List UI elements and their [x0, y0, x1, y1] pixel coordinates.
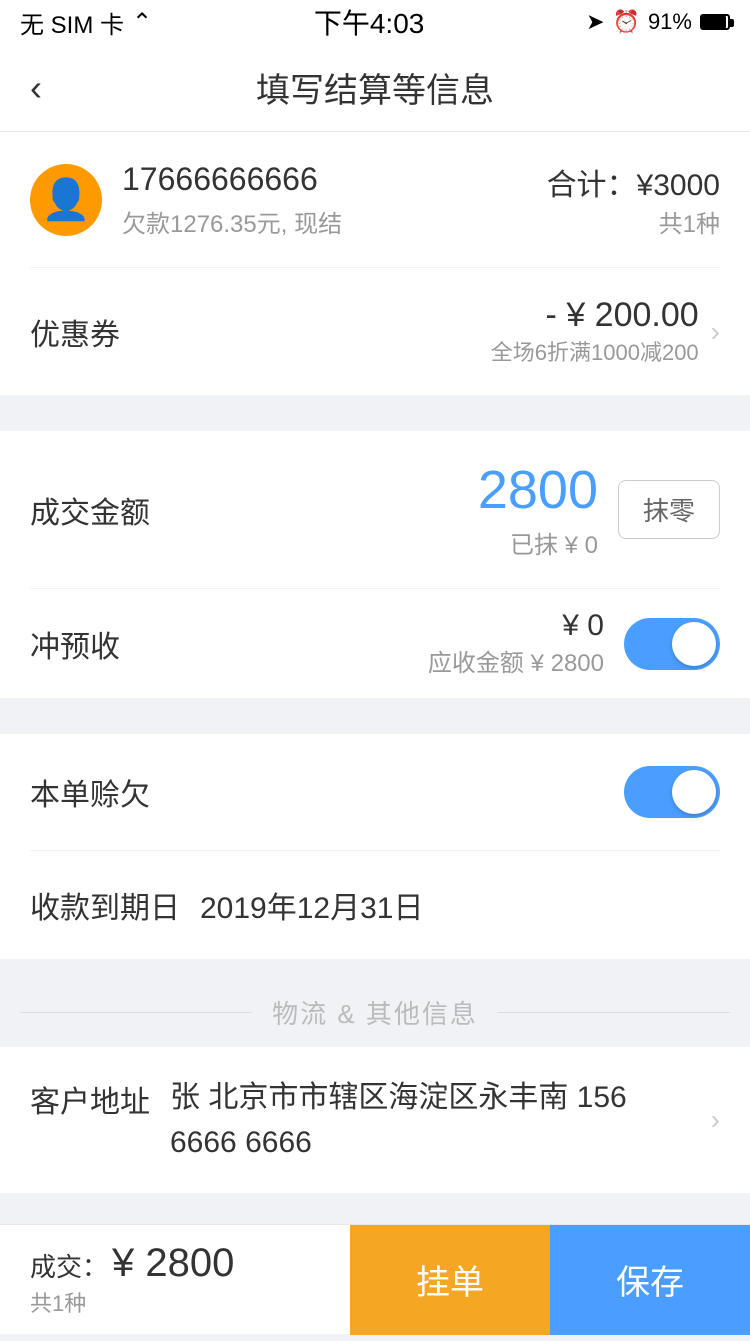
amount-section: 成交金额 2800 已抹 ¥ 0 抹零 冲预收 ¥ 0 应收金额 ¥ 2800 — [0, 431, 750, 698]
customer-section: 👤 17666666666 欠款1276.35元, 现结 合计：¥3000 共1… — [0, 132, 750, 395]
address-chevron-icon: › — [711, 1104, 720, 1136]
sim-text: 无 SIM 卡 — [20, 5, 124, 40]
round-button[interactable]: 抹零 — [618, 480, 720, 539]
prereceive-value-wrap: ¥ 0 应收金额 ¥ 2800 — [428, 609, 604, 678]
amount-right: 2800 已抹 ¥ 0 抹零 — [478, 459, 720, 560]
customer-left: 👤 17666666666 欠款1276.35元, 现结 — [30, 161, 342, 239]
prereceive-right: ¥ 0 应收金额 ¥ 2800 — [428, 609, 720, 678]
avatar: 👤 — [30, 164, 102, 236]
prereceive-sub: 应收金额 ¥ 2800 — [428, 643, 604, 678]
toggle-knob — [672, 622, 716, 666]
amount-value: 2800 — [478, 459, 598, 521]
logistics-separator: 物流 & 其他信息 — [0, 977, 750, 1047]
status-right: ➤ ⏰ 91% — [586, 9, 730, 35]
coupon-value-wrap: - ¥ 200.00 全场6折满1000减200 — [491, 296, 699, 367]
alarm-icon: ⏰ — [613, 9, 640, 35]
gray-sep-1 — [0, 413, 750, 431]
coupon-discount: - ¥ 200.00 — [546, 296, 699, 335]
total-count: 共1种 — [547, 204, 720, 239]
customer-phone: 17666666666 — [122, 161, 342, 198]
bottom-deal-label: 成交： — [30, 1247, 108, 1284]
hang-button[interactable]: 挂单 — [350, 1225, 550, 1335]
bottom-deal: 成交： ¥ 2800 共1种 — [0, 1241, 350, 1318]
total-amount: 合计：¥3000 — [547, 160, 720, 204]
battery-text: 91% — [648, 9, 692, 35]
debt-toggle-knob — [672, 770, 716, 814]
amount-label: 成交金额 — [30, 488, 150, 532]
duedate-row: 收款到期日 2019年12月31日 — [0, 851, 750, 959]
amount-right-wrap: 2800 已抹 ¥ 0 — [478, 459, 598, 560]
debt-toggle[interactable] — [624, 766, 720, 818]
debt-label: 本单赊欠 — [30, 770, 150, 814]
prereceive-label: 冲预收 — [30, 622, 120, 666]
battery-icon — [700, 14, 730, 30]
bottom-deal-amount: ¥ 2800 — [112, 1241, 234, 1286]
customer-info: 17666666666 欠款1276.35元, 现结 — [122, 161, 342, 239]
status-time: 下午4:03 — [314, 2, 425, 42]
chevron-right-icon: › — [711, 316, 720, 348]
customer-sub: 欠款1276.35元, 现结 — [122, 204, 342, 239]
logistics-line-right — [498, 1012, 730, 1013]
address-section: 客户地址 张 北京市市辖区海淀区永丰南 156 6666 6666 › — [0, 1047, 750, 1193]
page-title: 填写结算等信息 — [256, 63, 494, 112]
logistics-line-left — [20, 1012, 252, 1013]
status-bar: 无 SIM 卡 ⌃ 下午4:03 ➤ ⏰ 91% — [0, 0, 750, 44]
nav-bar: ‹ 填写结算等信息 — [0, 44, 750, 132]
address-label: 客户地址 — [30, 1077, 150, 1121]
status-left: 无 SIM 卡 ⌃ — [20, 5, 152, 40]
coupon-row[interactable]: 优惠券 - ¥ 200.00 全场6折满1000减200 › — [0, 268, 750, 395]
debt-section: 本单赊欠 收款到期日 2019年12月31日 — [0, 734, 750, 959]
address-value: 张 北京市市辖区海淀区永丰南 156 6666 6666 — [170, 1075, 701, 1165]
customer-row: 👤 17666666666 欠款1276.35元, 现结 合计：¥3000 共1… — [0, 132, 750, 267]
bottom-bar: 成交： ¥ 2800 共1种 挂单 保存 — [0, 1224, 750, 1334]
customer-total: 合计：¥3000 共1种 — [547, 160, 720, 239]
coupon-label: 优惠券 — [30, 310, 120, 354]
save-button[interactable]: 保存 — [550, 1225, 750, 1335]
coupon-desc: 全场6折满1000减200 — [491, 335, 699, 367]
amount-row: 成交金额 2800 已抹 ¥ 0 抹零 — [0, 431, 750, 588]
duedate-label: 收款到期日 — [30, 883, 180, 927]
address-row[interactable]: 客户地址 张 北京市市辖区海淀区永丰南 156 6666 6666 › — [0, 1047, 750, 1193]
prereceive-toggle[interactable] — [624, 618, 720, 670]
location-icon: ➤ — [586, 9, 604, 35]
prereceive-row: 冲预收 ¥ 0 应收金额 ¥ 2800 — [0, 589, 750, 698]
coupon-right: - ¥ 200.00 全场6折满1000减200 › — [491, 296, 720, 367]
prereceive-amount: ¥ 0 — [562, 609, 604, 643]
gray-sep-2 — [0, 716, 750, 734]
back-button[interactable]: ‹ — [30, 67, 42, 109]
logistics-text: 物流 & 其他信息 — [272, 994, 478, 1031]
amount-sub: 已抹 ¥ 0 — [510, 525, 598, 560]
user-icon: 👤 — [41, 176, 91, 223]
bottom-deal-count: 共1种 — [30, 1286, 320, 1318]
wifi-icon: ⌃ — [132, 8, 152, 37]
duedate-value: 2019年12月31日 — [200, 883, 423, 927]
debt-row: 本单赊欠 — [0, 734, 750, 850]
